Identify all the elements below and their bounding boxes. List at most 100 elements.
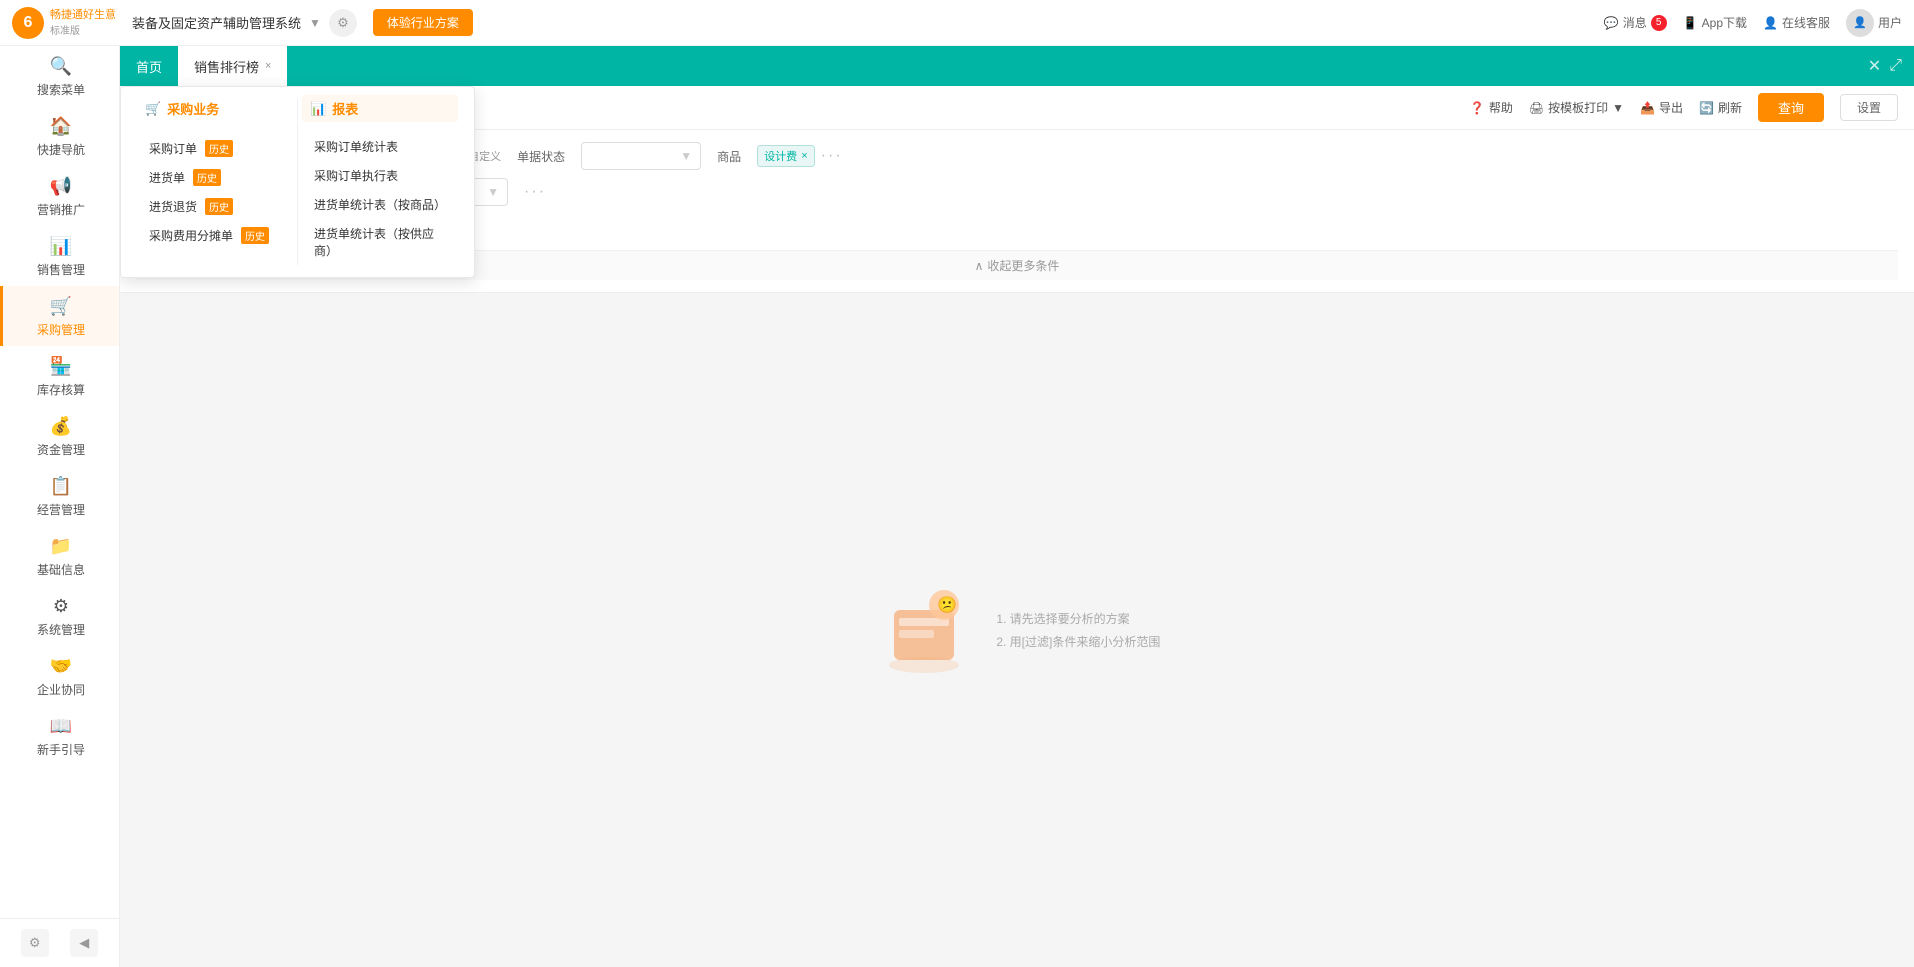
sidebar-item-nav[interactable]: 🏠 快捷导航 [0,106,119,166]
menu-item-purchase-order[interactable]: 采购订单 历史 [145,134,285,163]
sidebar: 🔍 搜索菜单 🏠 快捷导航 📢 营销推广 📊 销售管理 🛒 采购管理 🏪 库存核… [0,46,120,967]
sidebar-item-finance[interactable]: 💰 资金管理 [0,406,119,466]
sales-icon: 📊 [50,236,72,257]
salesman-more-dots[interactable]: ··· [524,183,546,201]
sidebar-label-collab: 企业协同 [37,681,85,698]
marketing-icon: 📢 [50,176,72,197]
sidebar-item-collab[interactable]: 🤝 企业协同 [0,646,119,706]
system-settings-icon[interactable]: ⚙ [329,9,357,37]
purchase-section-title: 🛒 采购业务 [145,99,285,124]
purchase-dropdown-menu: 🛒 采购业务 采购订单 历史 进货单 历史 进货退货 历史 [120,86,475,278]
stock-return-history-tag: 历史 [205,198,233,215]
help-button[interactable]: ❓ 帮助 [1470,99,1513,116]
doc-status-label: 单据状态 [517,148,565,165]
menu-item-stock-stats-goods[interactable]: 进货单统计表（按商品） [310,190,450,219]
message-icon-item[interactable]: 💬 消息 5 [1604,14,1667,31]
app-download-label: App下载 [1702,14,1747,31]
tab-close-icon[interactable]: × [265,60,271,72]
tab-expand-icon[interactable]: ⤢ [1889,57,1902,75]
sidebar-item-purchase[interactable]: 🛒 采购管理 [0,286,119,346]
sidebar-item-operations[interactable]: 📋 经营管理 [0,466,119,526]
sidebar-item-system[interactable]: ⚙ 系统管理 [0,586,119,646]
tab-home[interactable]: 首页 [120,46,178,86]
sidebar-label-basics: 基础信息 [37,561,85,578]
report-section-title: 📊 报表 [302,95,458,122]
finance-icon: 💰 [50,416,72,437]
tab-home-label: 首页 [136,57,162,76]
logo-area: 6 畅捷通好生意 标准版 [12,7,132,39]
app-download-item[interactable]: 📱 App下载 [1683,14,1747,31]
report-section-icon: 📊 [310,101,326,117]
help-label: 帮助 [1489,99,1513,116]
empty-state: 😕 请先选择要分析的方案 用[过滤]条件来缩小分析范围 [120,293,1914,967]
stock-stats-goods-label: 进货单统计表（按商品） [314,196,446,213]
system-title-text: 装备及固定资产辅助管理系统 [132,13,301,32]
menu-item-expense[interactable]: 采购费用分摊单 历史 [145,221,285,250]
export-label: 导出 [1659,99,1683,116]
user-item[interactable]: 👤 用户 [1846,9,1902,37]
sidebar-label-purchase: 采购管理 [37,321,85,338]
goods-label: 商品 [717,148,741,165]
operations-icon: 📋 [50,476,72,497]
online-service-item[interactable]: 👤 在线客服 [1763,14,1830,31]
doc-status-select[interactable]: ▼ [581,142,701,170]
refresh-icon: 🔄 [1699,101,1714,115]
basics-icon: 📁 [50,536,72,557]
sidebar-item-sales[interactable]: 📊 销售管理 [0,226,119,286]
collapse-arrow-icon: ∧ [975,259,984,273]
sidebar-label-guide: 新手引导 [37,741,85,758]
sidebar-label-marketing: 营销推广 [37,201,85,218]
purchase-dropdown-overlay: 🛒 采购业务 采购订单 历史 进货单 历史 进货退货 历史 [120,86,475,278]
stock-in-history-tag: 历史 [193,169,221,186]
guide-icon: 📖 [50,716,72,737]
system-dropdown-btn[interactable]: ▼ [309,16,321,30]
menu-item-order-stats[interactable]: 采购订单统计表 [310,132,450,161]
collab-icon: 🤝 [50,656,72,677]
expense-history-tag: 历史 [241,227,269,244]
main-layout: 🔍 搜索菜单 🏠 快捷导航 📢 营销推广 📊 销售管理 🛒 采购管理 🏪 库存核… [0,46,1914,967]
logo-icon: 6 [12,7,44,39]
logo-line2: 标准版 [50,22,116,37]
sidebar-item-marketing[interactable]: 📢 营销推广 [0,166,119,226]
sidebar-label-finance: 资金管理 [37,441,85,458]
menu-item-stock-stats-supplier[interactable]: 进货单统计表（按供应商） [310,219,450,265]
sidebar-label-system: 系统管理 [37,621,85,638]
avatar: 👤 [1846,9,1874,37]
collapse-label: 收起更多条件 [987,257,1059,274]
sidebar-item-inventory[interactable]: 🏪 库存核算 [0,346,119,406]
tab-sales-ranking[interactable]: 销售排行榜 × [178,46,287,86]
sidebar-item-search[interactable]: 🔍 搜索菜单 [0,46,119,106]
sidebar-collapse-btn[interactable]: ◀ [70,929,98,957]
purchase-order-history-tag: 历史 [205,140,233,157]
goods-tag-close[interactable]: × [801,150,807,162]
user-label: 用户 [1878,14,1902,31]
menu-item-stock-return[interactable]: 进货退货 历史 [145,192,285,221]
nav-icon: 🏠 [50,116,72,137]
tab-close-action-icon[interactable]: ✕ [1868,56,1881,76]
logo-text-block: 畅捷通好生意 标准版 [50,8,116,37]
export-button[interactable]: 📤 导出 [1640,99,1683,116]
search-icon: 🔍 [50,56,72,77]
tab-bar: 首页 销售排行榜 × ✕ ⤢ [120,46,1914,86]
print-button[interactable]: 🖨 按模板打印 ▼ [1529,99,1624,116]
empty-state-illustration: 😕 [874,580,974,680]
report-section-label: 报表 [332,99,358,118]
sidebar-label-search: 搜索菜单 [37,81,85,98]
goods-more-dots[interactable]: ··· [821,147,843,165]
menu-item-order-exec[interactable]: 采购订单执行表 [310,161,450,190]
system-icon: ⚙ [53,596,69,617]
empty-tip-2: 用[过滤]条件来缩小分析范围 [1010,633,1161,650]
purchase-business-section: 🛒 采购业务 采购订单 历史 进货单 历史 进货退货 历史 [133,99,297,265]
menu-item-stock-in[interactable]: 进货单 历史 [145,163,285,192]
order-stats-label: 采购订单统计表 [314,138,398,155]
refresh-button[interactable]: 🔄 刷新 [1699,99,1742,116]
sidebar-label-nav: 快捷导航 [37,141,85,158]
sidebar-item-basics[interactable]: 📁 基础信息 [0,526,119,586]
query-button[interactable]: 查询 [1758,93,1824,122]
trial-button[interactable]: 体验行业方案 [373,9,473,36]
tab-actions: ✕ ⤢ [1868,56,1914,76]
sidebar-settings-btn[interactable]: ⚙ [21,929,49,957]
sidebar-item-guide[interactable]: 📖 新手引导 [0,706,119,766]
empty-illustration-svg: 😕 [874,580,974,680]
settings-button[interactable]: 设置 [1840,94,1898,121]
